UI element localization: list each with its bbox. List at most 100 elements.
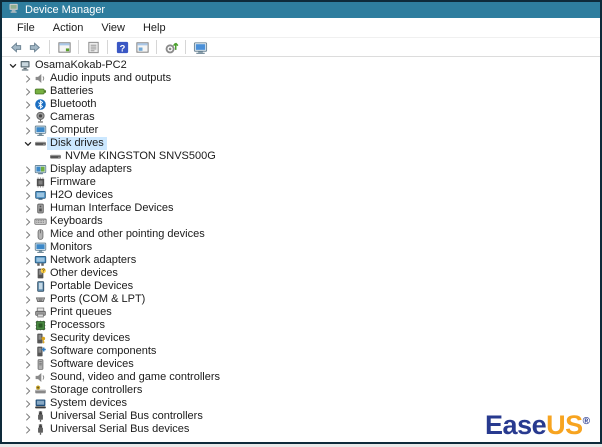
back-icon[interactable] [6, 39, 24, 55]
expand-chevron-icon[interactable] [21, 176, 34, 189]
tree-row: Print queues [2, 306, 600, 319]
expand-chevron-icon[interactable] [21, 254, 34, 267]
tree-row: Human Interface Devices [2, 202, 600, 215]
expand-chevron-icon[interactable] [21, 124, 34, 137]
expand-chevron-icon[interactable] [21, 85, 34, 98]
help-icon[interactable]: ? [113, 39, 131, 55]
tree-item-label[interactable]: Universal Serial Bus controllers [47, 410, 206, 423]
expand-chevron-icon[interactable] [21, 280, 34, 293]
registered-trademark-symbol: ® [582, 416, 590, 427]
expand-chevron-icon[interactable] [21, 332, 34, 345]
expand-chevron-icon[interactable] [21, 72, 34, 85]
device-tree: OsamaKokab-PC2 Audio inputs and outputs Ba… [2, 57, 600, 436]
tree-item-label[interactable]: Storage controllers [47, 384, 145, 397]
expand-chevron-icon[interactable] [21, 319, 34, 332]
expand-chevron-icon[interactable] [21, 345, 34, 358]
tree-item-label[interactable]: Network adapters [47, 254, 139, 267]
battery-icon [34, 85, 47, 98]
expand-chevron-icon[interactable] [21, 423, 34, 436]
tree-item-label[interactable]: Security devices [47, 332, 133, 345]
menu-action[interactable]: Action [44, 20, 93, 36]
toolbar-separator [156, 40, 157, 54]
tree-item-label[interactable]: Firmware [47, 176, 99, 189]
tree-item-label[interactable]: Disk drives [47, 137, 107, 150]
tree-item-label[interactable]: Print queues [47, 306, 115, 319]
tree-item-label[interactable]: Processors [47, 319, 108, 332]
expand-chevron-icon[interactable] [21, 241, 34, 254]
tree-item-label[interactable]: H2O devices [47, 189, 116, 202]
collapse-chevron-icon[interactable] [6, 59, 19, 72]
expand-chevron-icon[interactable] [21, 202, 34, 215]
tree-item-label[interactable]: System devices [47, 397, 130, 410]
tree-item-label[interactable]: Batteries [47, 85, 96, 98]
tree-item-label[interactable]: Computer [47, 124, 101, 137]
tree-item-label[interactable]: Universal Serial Bus devices [47, 423, 192, 436]
tree-row: Keyboards [2, 215, 600, 228]
properties-icon[interactable] [84, 39, 102, 55]
tree-item-label[interactable]: Bluetooth [47, 98, 99, 111]
standard-window-icon[interactable] [133, 39, 151, 55]
expand-chevron-icon[interactable] [21, 306, 34, 319]
speaker-icon [34, 371, 47, 384]
expand-chevron-icon[interactable] [21, 384, 34, 397]
expand-chevron-icon[interactable] [21, 410, 34, 423]
expand-chevron-icon[interactable] [21, 189, 34, 202]
tree-item-label[interactable]: Human Interface Devices [47, 202, 177, 215]
expand-chevron-icon[interactable] [21, 228, 34, 241]
tree-item-label[interactable]: Ports (COM & LPT) [47, 293, 148, 306]
tree-item-label[interactable]: Mice and other pointing devices [47, 228, 208, 241]
processor-icon [34, 319, 47, 332]
easeus-text-us: US [546, 410, 583, 440]
portable-device-icon [34, 280, 47, 293]
title-bar[interactable]: Device Manager [2, 2, 600, 18]
tree-item-label[interactable]: Software devices [47, 358, 137, 371]
easeus-watermark: EaseUS® [481, 407, 590, 440]
tree-item-label[interactable]: Monitors [47, 241, 95, 254]
menu-view[interactable]: View [92, 20, 134, 36]
usb-icon [34, 423, 47, 436]
device-manager-window: Device Manager File Action View Help ? O… [0, 0, 602, 444]
tree-row: Cameras [2, 111, 600, 124]
show-console-tree-icon[interactable] [55, 39, 73, 55]
tree-item-label[interactable]: Audio inputs and outputs [47, 72, 174, 85]
expand-chevron-icon[interactable] [21, 215, 34, 228]
menu-bar: File Action View Help [2, 18, 600, 38]
tree-item-label[interactable]: Display adapters [47, 163, 135, 176]
tree-item-label[interactable]: OsamaKokab-PC2 [32, 59, 130, 72]
hid-icon [34, 202, 47, 215]
scan-hardware-changes-icon[interactable] [162, 39, 180, 55]
menu-help[interactable]: Help [134, 20, 175, 36]
tree-item-label[interactable]: Sound, video and game controllers [47, 371, 223, 384]
tree-item-label[interactable]: Portable Devices [47, 280, 136, 293]
expand-chevron-icon[interactable] [21, 98, 34, 111]
network-adapter-icon [34, 254, 47, 267]
tree-item-label[interactable]: NVMe KINGSTON SNVS500G [62, 150, 219, 163]
mouse-icon [34, 228, 47, 241]
window-title: Device Manager [25, 4, 106, 16]
keyboard-icon [34, 215, 47, 228]
expand-chevron-icon[interactable] [21, 111, 34, 124]
workstation-icon [19, 59, 32, 72]
expand-chevron-icon[interactable] [21, 358, 34, 371]
expand-chevron-icon[interactable] [21, 163, 34, 176]
tree-row: Ports (COM & LPT) [2, 293, 600, 306]
tree-row: Mice and other pointing devices [2, 228, 600, 241]
tree-row: H2O devices [2, 189, 600, 202]
tree-item-label[interactable]: Keyboards [47, 215, 106, 228]
expand-chevron-icon[interactable] [21, 397, 34, 410]
tree-row: Bluetooth [2, 98, 600, 111]
tree-row: Firmware [2, 176, 600, 189]
tree-item-label[interactable]: Cameras [47, 111, 98, 124]
tree-row: OsamaKokab-PC2 [2, 59, 600, 72]
collapse-chevron-icon[interactable] [21, 137, 34, 150]
tree-row: Disk drives [2, 137, 600, 150]
tree-item-label[interactable]: Software components [47, 345, 159, 358]
forward-icon[interactable] [26, 39, 44, 55]
menu-file[interactable]: File [8, 20, 44, 36]
expand-chevron-icon[interactable] [21, 371, 34, 384]
expand-chevron-icon[interactable] [21, 293, 34, 306]
remote-computer-icon[interactable] [191, 39, 209, 55]
tree-item-label[interactable]: Other devices [47, 267, 121, 280]
expand-chevron-icon[interactable] [21, 267, 34, 280]
